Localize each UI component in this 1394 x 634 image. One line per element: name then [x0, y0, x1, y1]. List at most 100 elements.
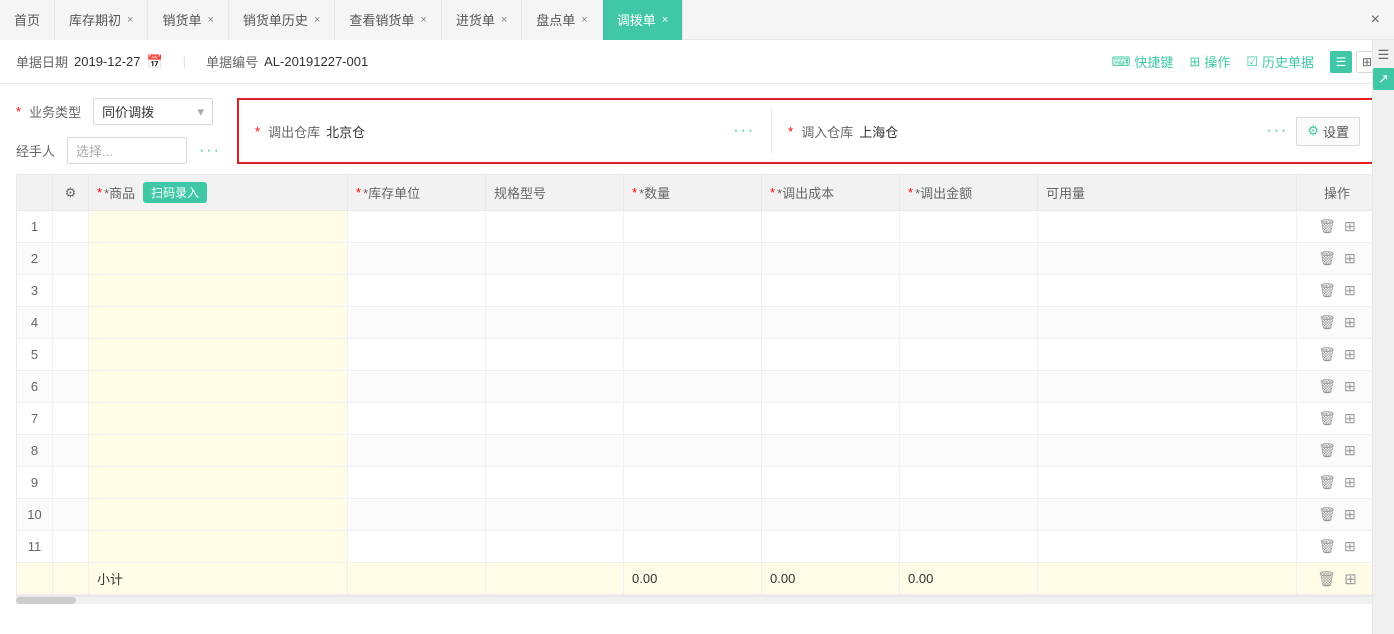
tab-sales-order-close[interactable]: × — [207, 14, 213, 26]
row-spec-3[interactable] — [486, 275, 624, 306]
row-trash-icon-7[interactable]: 🗑 — [1318, 410, 1336, 427]
header-settings[interactable]: ⚙ — [53, 175, 89, 210]
row-spec-4[interactable] — [486, 307, 624, 338]
row-trash-icon-5[interactable]: 🗑 — [1318, 346, 1336, 363]
tab-inventory-init[interactable]: 库存期初 × — [55, 0, 148, 40]
row-trash-icon-10[interactable]: 🗑 — [1318, 506, 1336, 523]
row-amount-3[interactable] — [900, 275, 1038, 306]
row-spec-11[interactable] — [486, 531, 624, 562]
row-unit-5[interactable] — [348, 339, 486, 370]
tab-transfer-close[interactable]: × — [662, 14, 668, 26]
row-cost-4[interactable] — [762, 307, 900, 338]
tab-sales-history[interactable]: 销货单历史 × — [229, 0, 335, 40]
row-amount-10[interactable] — [900, 499, 1038, 530]
row-qty-8[interactable] — [624, 435, 762, 466]
subtotal-copy-icon[interactable]: ⊞ — [1344, 570, 1357, 588]
horizontal-scrollbar[interactable] — [16, 596, 1378, 604]
handler-select[interactable]: 选择... — [67, 137, 187, 164]
row-spec-7[interactable] — [486, 403, 624, 434]
row-spec-9[interactable] — [486, 467, 624, 498]
row-cost-11[interactable] — [762, 531, 900, 562]
row-copy-icon-9[interactable]: ⊞ — [1344, 474, 1356, 491]
row-unit-7[interactable] — [348, 403, 486, 434]
operation-button[interactable]: ⊞ 操作 — [1189, 52, 1230, 71]
row-unit-11[interactable] — [348, 531, 486, 562]
row-qty-3[interactable] — [624, 275, 762, 306]
history-button[interactable]: ☑ 历史单据 — [1246, 52, 1314, 71]
row-qty-10[interactable] — [624, 499, 762, 530]
row-trash-icon-8[interactable]: 🗑 — [1318, 442, 1336, 459]
tab-sales-order[interactable]: 销货单 × — [148, 0, 228, 40]
row-unit-9[interactable] — [348, 467, 486, 498]
row-copy-icon-5[interactable]: ⊞ — [1344, 346, 1356, 363]
row-qty-1[interactable] — [624, 211, 762, 242]
row-trash-icon-11[interactable]: 🗑 — [1318, 538, 1336, 555]
row-copy-icon-2[interactable]: ⊞ — [1344, 250, 1356, 267]
row-cost-9[interactable] — [762, 467, 900, 498]
row-cost-10[interactable] — [762, 499, 900, 530]
row-product-7[interactable] — [89, 403, 348, 434]
row-spec-1[interactable] — [486, 211, 624, 242]
tab-purchase-close[interactable]: × — [501, 14, 507, 26]
row-amount-4[interactable] — [900, 307, 1038, 338]
row-trash-icon-1[interactable]: 🗑 — [1318, 218, 1336, 235]
row-cost-7[interactable] — [762, 403, 900, 434]
tab-view-sales-close[interactable]: × — [420, 14, 426, 26]
subtotal-trash-icon[interactable]: 🗑 — [1317, 570, 1336, 588]
row-amount-2[interactable] — [900, 243, 1038, 274]
business-type-select[interactable]: 同价调拨 ▾ — [93, 98, 213, 125]
tab-inventory-check[interactable]: 盘点单 × — [522, 0, 602, 40]
row-trash-icon-2[interactable]: 🗑 — [1318, 250, 1336, 267]
row-unit-6[interactable] — [348, 371, 486, 402]
sidebar-export-icon[interactable]: ↗ — [1373, 68, 1394, 90]
row-unit-10[interactable] — [348, 499, 486, 530]
tab-home[interactable]: 首页 — [0, 0, 55, 40]
row-trash-icon-9[interactable]: 🗑 — [1318, 474, 1336, 491]
row-amount-1[interactable] — [900, 211, 1038, 242]
row-cost-6[interactable] — [762, 371, 900, 402]
sidebar-list-icon[interactable]: ☰ — [1373, 44, 1394, 66]
row-product-11[interactable] — [89, 531, 348, 562]
row-product-8[interactable] — [89, 435, 348, 466]
row-product-6[interactable] — [89, 371, 348, 402]
row-amount-9[interactable] — [900, 467, 1038, 498]
view-list-button[interactable]: ☰ — [1330, 51, 1352, 73]
row-copy-icon-1[interactable]: ⊞ — [1344, 218, 1356, 235]
row-spec-10[interactable] — [486, 499, 624, 530]
row-copy-icon-10[interactable]: ⊞ — [1344, 506, 1356, 523]
row-copy-icon-4[interactable]: ⊞ — [1344, 314, 1356, 331]
row-qty-5[interactable] — [624, 339, 762, 370]
in-warehouse-more-button[interactable]: ··· — [1266, 122, 1288, 140]
tab-inventory-check-close[interactable]: × — [581, 14, 587, 26]
row-product-1[interactable] — [89, 211, 348, 242]
shortcut-button[interactable]: ⌨ 快捷键 — [1112, 52, 1174, 71]
row-copy-icon-8[interactable]: ⊞ — [1344, 442, 1356, 459]
row-trash-icon-3[interactable]: 🗑 — [1318, 282, 1336, 299]
row-unit-1[interactable] — [348, 211, 486, 242]
row-cost-8[interactable] — [762, 435, 900, 466]
row-qty-6[interactable] — [624, 371, 762, 402]
tab-transfer[interactable]: 调拨单 × — [603, 0, 683, 40]
row-product-9[interactable] — [89, 467, 348, 498]
row-qty-4[interactable] — [624, 307, 762, 338]
row-product-5[interactable] — [89, 339, 348, 370]
row-qty-11[interactable] — [624, 531, 762, 562]
handler-more-button[interactable]: ··· — [199, 142, 221, 160]
row-copy-icon-6[interactable]: ⊞ — [1344, 378, 1356, 395]
scrollbar-thumb[interactable] — [16, 597, 76, 604]
row-amount-6[interactable] — [900, 371, 1038, 402]
row-spec-2[interactable] — [486, 243, 624, 274]
row-cost-5[interactable] — [762, 339, 900, 370]
row-qty-7[interactable] — [624, 403, 762, 434]
row-unit-4[interactable] — [348, 307, 486, 338]
row-amount-5[interactable] — [900, 339, 1038, 370]
row-copy-icon-3[interactable]: ⊞ — [1344, 282, 1356, 299]
scan-button[interactable]: 扫码录入 — [143, 182, 207, 203]
row-cost-1[interactable] — [762, 211, 900, 242]
row-unit-3[interactable] — [348, 275, 486, 306]
row-product-3[interactable] — [89, 275, 348, 306]
row-trash-icon-6[interactable]: 🗑 — [1318, 378, 1336, 395]
row-product-4[interactable] — [89, 307, 348, 338]
tab-sales-history-close[interactable]: × — [314, 14, 320, 26]
row-qty-2[interactable] — [624, 243, 762, 274]
